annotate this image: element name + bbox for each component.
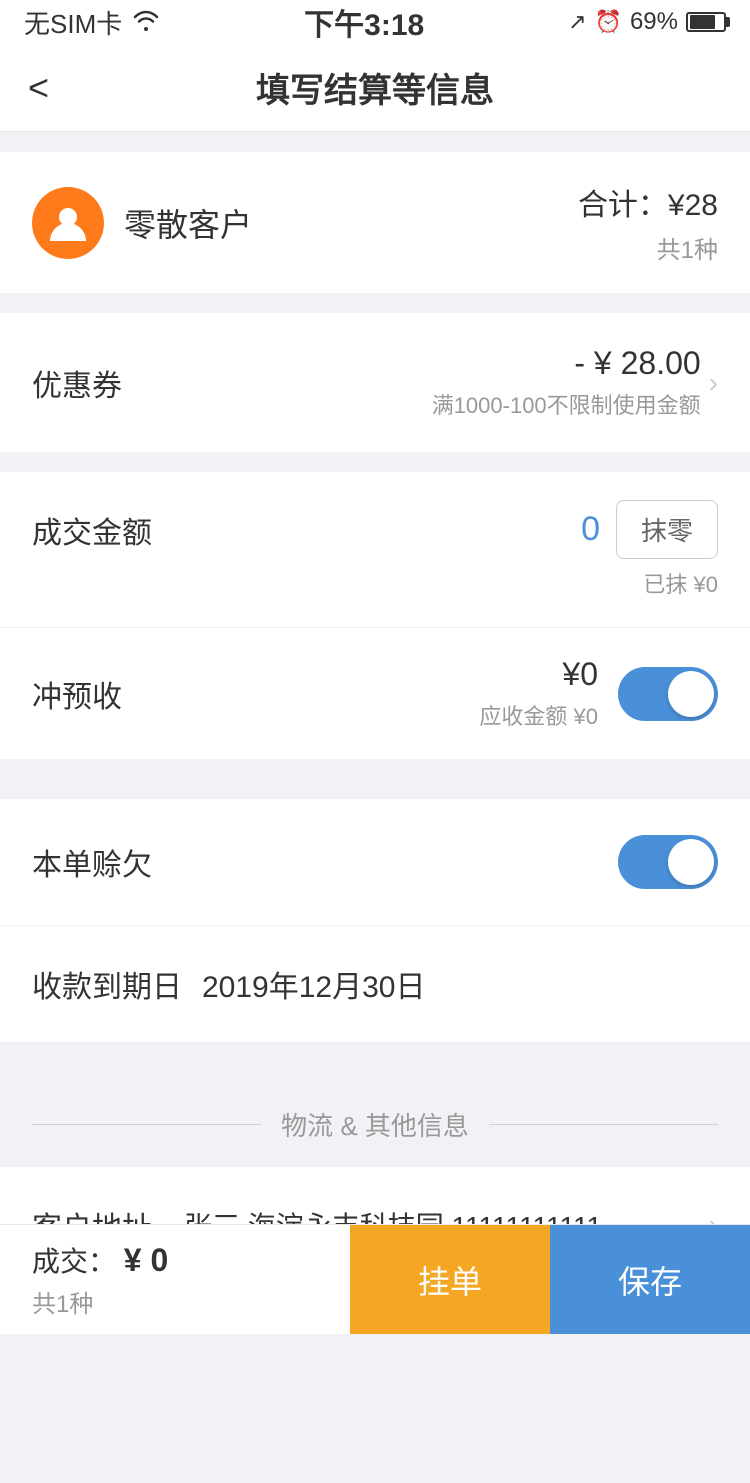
logistics-header-text: 物流 & 其他信息 [281, 1106, 469, 1143]
customer-section: 零散客户 合计：¥28 共1种 [0, 152, 750, 293]
battery-percent: 69% [630, 8, 678, 36]
alarm-icon: ⏰ [595, 9, 622, 35]
status-bar: 无SIM卡 下午3:18 ↗ ⏰ 69% [0, 0, 750, 44]
save-button[interactable]: 保存 [550, 1225, 750, 1334]
status-left: 无SIM卡 [24, 4, 160, 41]
bottom-info: 成交： ¥ 0 共1种 [0, 1225, 350, 1334]
wifi-icon [132, 7, 160, 38]
debit-section: 本单赊欠 收款到期日 2019年12月30日 [0, 799, 750, 1042]
due-date-row[interactable]: 收款到期日 2019年12月30日 [0, 926, 750, 1042]
debit-label: 本单赊欠 [32, 840, 152, 884]
divider-1 [0, 293, 750, 313]
debit-toggle-knob [668, 839, 714, 885]
customer-left: 零散客户 [32, 187, 252, 259]
bottom-deal-line: 成交： ¥ 0 [32, 1240, 318, 1280]
coupon-right: - ¥ 28.00 满1000-100不限制使用金额 [432, 345, 701, 420]
coupon-row[interactable]: 优惠券 - ¥ 28.00 满1000-100不限制使用金额 › [0, 313, 750, 452]
transaction-section: 成交金额 0 抹零 已抹 ¥0 冲预收 ¥0 应收金额 ¥0 [0, 472, 750, 759]
customer-count: 共1种 [578, 230, 718, 265]
coupon-section: 优惠券 - ¥ 28.00 满1000-100不限制使用金额 › [0, 313, 750, 452]
coupon-desc: 满1000-100不限制使用金额 [432, 388, 701, 420]
prepayment-label: 冲预收 [32, 672, 122, 716]
prepayment-sub: 应收金额 ¥0 [479, 699, 598, 731]
bottom-deal-label: 成交： [32, 1246, 116, 1277]
customer-total: 合计：¥28 [578, 180, 718, 224]
customer-name: 零散客户 [124, 200, 252, 246]
divider-4 [0, 1042, 750, 1062]
status-right: ↗ ⏰ 69% [568, 8, 726, 36]
due-date-label: 收款到期日 [32, 962, 182, 1006]
header-line-right [489, 1124, 718, 1125]
logistics-header: 物流 & 其他信息 [0, 1082, 750, 1167]
transaction-amount-row: 成交金额 0 抹零 已抹 ¥0 [0, 472, 750, 628]
divider-3 [0, 759, 750, 779]
bottom-deal-amount: ¥ 0 [124, 1242, 168, 1278]
customer-avatar [32, 187, 104, 259]
toggle-knob [668, 671, 714, 717]
bottom-bar: 成交： ¥ 0 共1种 挂单 保存 [0, 1224, 750, 1334]
battery-icon [686, 12, 726, 32]
prepayment-amount: ¥0 [479, 656, 598, 693]
transaction-value[interactable]: 0 [540, 510, 600, 549]
debit-row: 本单赊欠 [0, 799, 750, 926]
back-button[interactable]: < [28, 67, 49, 109]
transaction-right: 0 抹零 [540, 500, 718, 559]
transaction-sub: 已抹 ¥0 [643, 567, 718, 599]
prepayment-toggle[interactable] [618, 667, 718, 721]
nav-bar: < 填写结算等信息 [0, 44, 750, 132]
bottom-count: 共1种 [32, 1284, 318, 1319]
chevron-right-icon: › [709, 367, 718, 399]
header-line-left [32, 1124, 261, 1125]
coupon-amount: - ¥ 28.00 [432, 345, 701, 382]
status-time: 下午3:18 [304, 0, 424, 44]
prepayment-row: 冲预收 ¥0 应收金额 ¥0 [0, 628, 750, 759]
carrier-label: 无SIM卡 [24, 4, 122, 41]
transaction-label: 成交金额 [32, 508, 152, 552]
debit-toggle[interactable] [618, 835, 718, 889]
coupon-label: 优惠券 [32, 361, 122, 405]
due-date-value: 2019年12月30日 [202, 962, 425, 1006]
hold-button[interactable]: 挂单 [350, 1225, 550, 1334]
page-title: 填写结算等信息 [256, 63, 494, 112]
divider-2 [0, 452, 750, 472]
logistics-section: 物流 & 其他信息 [0, 1082, 750, 1167]
round-button[interactable]: 抹零 [616, 500, 718, 559]
customer-right: 合计：¥28 共1种 [578, 180, 718, 265]
location-icon: ↗ [568, 9, 586, 35]
